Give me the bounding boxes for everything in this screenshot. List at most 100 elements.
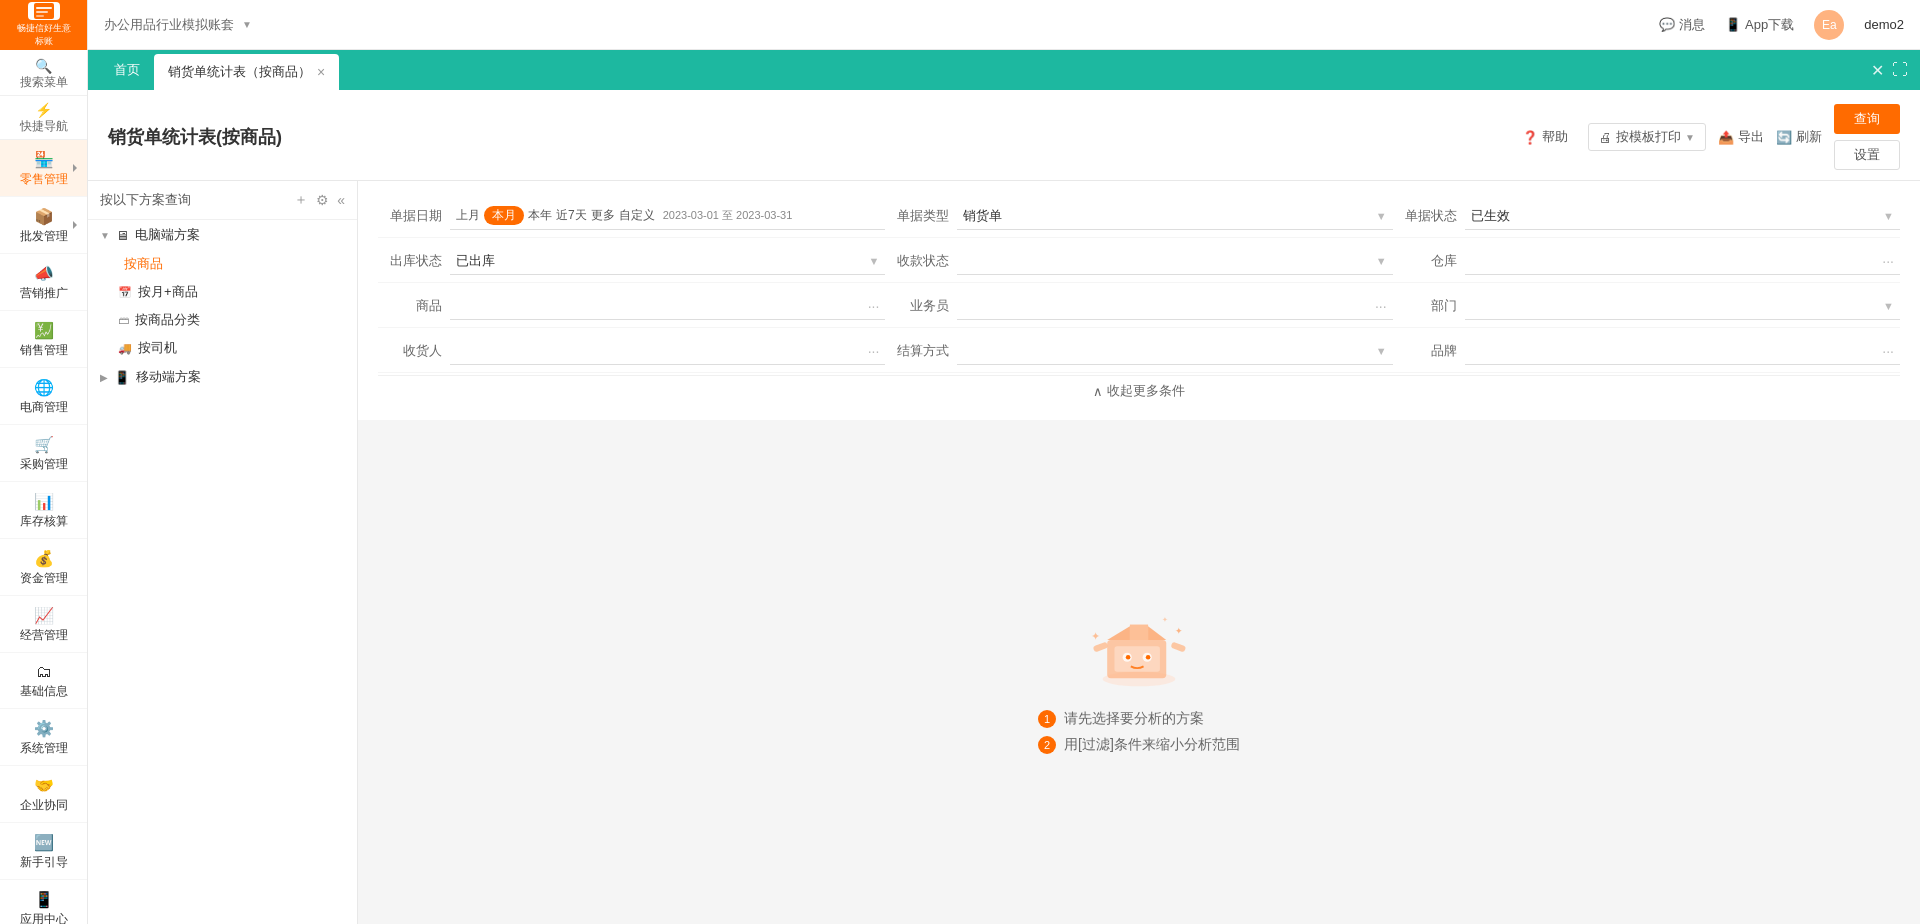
sidebar-item-ops[interactable]: 📈 经营管理 [0, 596, 87, 653]
sidebar-item-finance[interactable]: 💰 资金管理 [0, 539, 87, 596]
payment-status-input[interactable]: ▼ [957, 247, 1392, 275]
department-input[interactable]: ▼ [1465, 292, 1900, 320]
export-button[interactable]: 📤 导出 [1718, 128, 1764, 146]
print-button[interactable]: 🖨 按模板打印 ▼ [1588, 123, 1706, 151]
collapse-bar[interactable]: ∧ 收起更多条件 [378, 375, 1900, 406]
export-label: 导出 [1738, 128, 1764, 146]
more-tab[interactable]: 更多 [591, 207, 615, 224]
industry-dropdown-icon[interactable]: ▼ [242, 19, 252, 30]
tab-expand-icon[interactable]: ⛶ [1892, 61, 1908, 79]
sidebar-item-retail[interactable]: 🏪 零售管理 [0, 140, 87, 197]
payment-status-filter-cell: 收款状态 ▼ [885, 240, 1392, 283]
payment-status-dropdown-icon: ▼ [1376, 255, 1387, 267]
top-bar: 办公用品行业模拟账套 ▼ 💬 消息 📱 App下载 Ea demo2 [88, 0, 1920, 50]
recipient-dots-icon[interactable]: ··· [868, 343, 880, 359]
sidebar-item-wholesale[interactable]: 📦 批发管理 [0, 197, 87, 254]
sidebar-item-purchase[interactable]: 🛒 采购管理 [0, 425, 87, 482]
last-month-tab[interactable]: 上月 [456, 207, 480, 224]
svg-marker-7 [1148, 626, 1166, 640]
tree-mobile-group[interactable]: ▶ 📱 移动端方案 [88, 362, 357, 392]
sidebar-item-inventory[interactable]: 📊 库存核算 [0, 482, 87, 539]
brand-input[interactable]: ··· [1465, 337, 1900, 365]
tree-desktop-group[interactable]: ▼ 🖥 电脑端方案 [88, 220, 357, 250]
print-dropdown-icon[interactable]: ▼ [1685, 132, 1695, 143]
svg-text:✦: ✦ [1162, 615, 1168, 624]
salesperson-label: 业务员 [885, 297, 957, 315]
goods-input[interactable]: ··· [450, 292, 885, 320]
help-label: 帮助 [1542, 128, 1568, 146]
warehouse-out-filter-cell: 出库状态 已出库 ▼ [378, 240, 885, 283]
user-name[interactable]: demo2 [1864, 17, 1904, 32]
scheme-settings-icon[interactable]: ⚙ [316, 192, 329, 208]
top-bar-right: 💬 消息 📱 App下载 Ea demo2 [1659, 10, 1904, 40]
sidebar-item-corp[interactable]: 🤝 企业协同 [0, 766, 87, 823]
query-button[interactable]: 查询 [1834, 104, 1900, 134]
tab-sales-stat[interactable]: 销货单统计表（按商品） × [154, 54, 339, 90]
department-label: 部门 [1393, 297, 1465, 315]
tree-item-by-month-goods[interactable]: 📅 按月+商品 [88, 278, 357, 306]
doc-type-input[interactable]: 销货单 ▼ [957, 202, 1392, 230]
tab-bar: 首页 销货单统计表（按商品） × ✕ ⛶ [88, 50, 1920, 90]
sidebar-quick-nav[interactable]: ⚡ 快捷导航 [0, 96, 87, 140]
sidebar-item-sales[interactable]: 💹 销售管理 [0, 311, 87, 368]
wholesale-icon: 📦 [6, 207, 81, 226]
add-scheme-button[interactable]: ＋ [294, 191, 308, 209]
svg-point-12 [1126, 655, 1131, 660]
last7-tab[interactable]: 近7天 [556, 207, 587, 224]
brand-dots-icon[interactable]: ··· [1882, 343, 1894, 359]
print-icon: 🖨 [1599, 130, 1612, 145]
wholesale-label: 批发管理 [20, 229, 68, 243]
warehouse-input[interactable]: ··· [1465, 247, 1900, 275]
sidebar-item-marketing[interactable]: 📣 营销推广 [0, 254, 87, 311]
svg-rect-8 [1130, 625, 1148, 640]
salesperson-dots-icon[interactable]: ··· [1375, 298, 1387, 314]
tree-item-by-cashier[interactable]: 🚚 按司机 [88, 334, 357, 362]
this-month-tab[interactable]: 本月 [484, 206, 524, 225]
tree-item-by-goods[interactable]: 按商品 [88, 250, 357, 278]
tab-home[interactable]: 首页 [100, 50, 154, 90]
sidebar-item-apps[interactable]: 📱 应用中心 [0, 880, 87, 924]
warehouse-out-input[interactable]: 已出库 ▼ [450, 247, 885, 275]
sidebar-search[interactable]: 🔍 搜索菜单 [0, 50, 87, 96]
doc-status-value: 已生效 [1471, 207, 1510, 225]
tip-text-1: 请先选择要分析的方案 [1064, 710, 1204, 728]
message-button[interactable]: 💬 消息 [1659, 16, 1705, 34]
recipient-label: 收货人 [378, 342, 450, 360]
tree-folder-icon: 🖥 [116, 228, 129, 243]
tree-expand-icon: ▼ [100, 230, 110, 241]
desktop-group-label: 电脑端方案 [135, 226, 200, 244]
main-content: 办公用品行业模拟账套 ▼ 💬 消息 📱 App下载 Ea demo2 首页 销货… [88, 0, 1920, 924]
settlement-label: 结算方式 [885, 342, 957, 360]
settlement-input[interactable]: ▼ [957, 337, 1392, 365]
sidebar-item-system[interactable]: ⚙️ 系统管理 [0, 709, 87, 766]
empty-tip-2: 2 用[过滤]条件来缩小分析范围 [1038, 736, 1240, 754]
sidebar-item-ecom[interactable]: 🌐 电商管理 [0, 368, 87, 425]
doc-type-dropdown-icon: ▼ [1376, 210, 1387, 222]
warehouse-dots-icon[interactable]: ··· [1882, 253, 1894, 269]
settings-button[interactable]: 设置 [1834, 140, 1900, 170]
sidebar-item-basic[interactable]: 🗂 基础信息 [0, 653, 87, 709]
tab-close-icon[interactable]: × [317, 64, 325, 80]
this-year-tab[interactable]: 本年 [528, 207, 552, 224]
tab-bar-right: ✕ ⛶ [1871, 61, 1920, 80]
doc-status-input[interactable]: 已生效 ▼ [1465, 202, 1900, 230]
payment-status-label: 收款状态 [885, 252, 957, 270]
custom-tab[interactable]: 自定义 [619, 207, 655, 224]
export-icon: 📤 [1718, 130, 1734, 145]
goods-dots-icon[interactable]: ··· [868, 298, 880, 314]
ecom-label: 电商管理 [20, 400, 68, 414]
collapse-panel-icon[interactable]: « [337, 192, 345, 208]
recipient-input[interactable]: ··· [450, 337, 885, 365]
marketing-icon: 📣 [6, 264, 81, 283]
tab-close-window-icon[interactable]: ✕ [1871, 61, 1884, 80]
retail-label: 零售管理 [20, 172, 68, 186]
sidebar-item-guide[interactable]: 🆕 新手引导 [0, 823, 87, 880]
date-filter-cell: 单据日期 上月 本月 本年 近7天 更多 自定义 2023-03-01 至 20… [378, 195, 885, 238]
doc-type-value: 销货单 [963, 207, 1002, 225]
tree-item-by-goods-category[interactable]: 🗃 按商品分类 [88, 306, 357, 334]
help-button[interactable]: ❓ 帮助 [1514, 124, 1576, 150]
refresh-button[interactable]: 🔄 刷新 [1776, 128, 1822, 146]
app-download-button[interactable]: 📱 App下载 [1725, 16, 1794, 34]
salesperson-input[interactable]: ··· [957, 292, 1392, 320]
user-avatar: Ea [1814, 10, 1844, 40]
